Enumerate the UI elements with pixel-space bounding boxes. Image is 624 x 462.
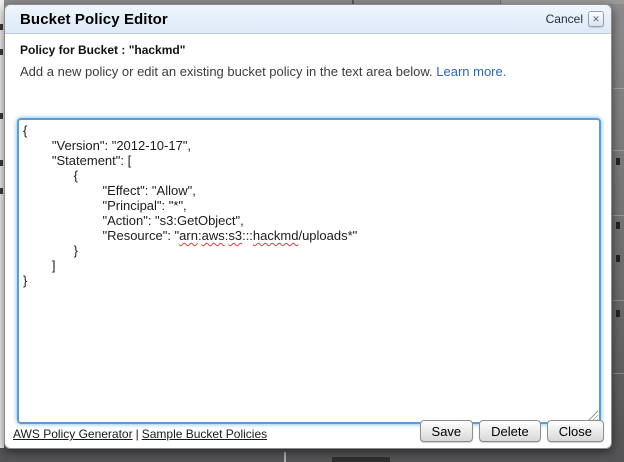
dialog-titlebar: Bucket Policy Editor Cancel ✕ — [5, 5, 611, 34]
description-text: Add a new policy or edit an existing buc… — [20, 64, 433, 79]
cancel-link[interactable]: Cancel — [546, 12, 583, 26]
policy-text: { "Version": "2012-10-17", "Statement": … — [23, 123, 595, 288]
background-text-fragment — [616, 310, 620, 317]
delete-button[interactable]: Delete — [479, 420, 541, 442]
sample-bucket-policies-link[interactable]: Sample Bucket Policies — [142, 427, 267, 441]
background-row-line — [613, 88, 624, 89]
background-row-line — [613, 300, 624, 301]
background-text-fragment — [0, 160, 3, 166]
background-text-fragment — [616, 158, 620, 165]
dialog-title: Bucket Policy Editor — [5, 11, 168, 28]
background-text-fragment — [0, 49, 3, 55]
background-text-fragment — [0, 24, 3, 30]
close-icon: ✕ — [592, 15, 600, 24]
close-x-button[interactable]: ✕ — [588, 11, 604, 27]
background-text-fragment — [332, 457, 390, 462]
policy-textarea[interactable]: { "Version": "2012-10-17", "Statement": … — [17, 118, 601, 424]
background-divider — [284, 452, 286, 462]
background-text-fragment — [616, 255, 620, 262]
learn-more-link[interactable]: Learn more. — [436, 64, 506, 79]
footer-buttons: Save Delete Close — [420, 420, 604, 442]
background-row-line — [613, 215, 624, 216]
background-row-line — [613, 373, 624, 374]
save-button[interactable]: Save — [420, 420, 474, 442]
policy-for-bucket-label: Policy for Bucket : "hackmd" — [20, 43, 185, 57]
background-text-fragment — [616, 222, 620, 229]
close-button[interactable]: Close — [547, 420, 604, 442]
link-separator: | — [133, 427, 142, 441]
footer-links: AWS Policy Generator|Sample Bucket Polic… — [13, 427, 267, 441]
titlebar-actions: Cancel ✕ — [546, 11, 611, 27]
background-text-fragment — [0, 188, 3, 194]
bucket-policy-editor-dialog: Bucket Policy Editor Cancel ✕ Policy for… — [4, 4, 612, 449]
aws-policy-generator-link[interactable]: AWS Policy Generator — [13, 427, 133, 441]
background-text-fragment — [0, 113, 3, 119]
dialog-description: Add a new policy or edit an existing buc… — [20, 64, 506, 79]
background-row-line — [613, 150, 624, 151]
